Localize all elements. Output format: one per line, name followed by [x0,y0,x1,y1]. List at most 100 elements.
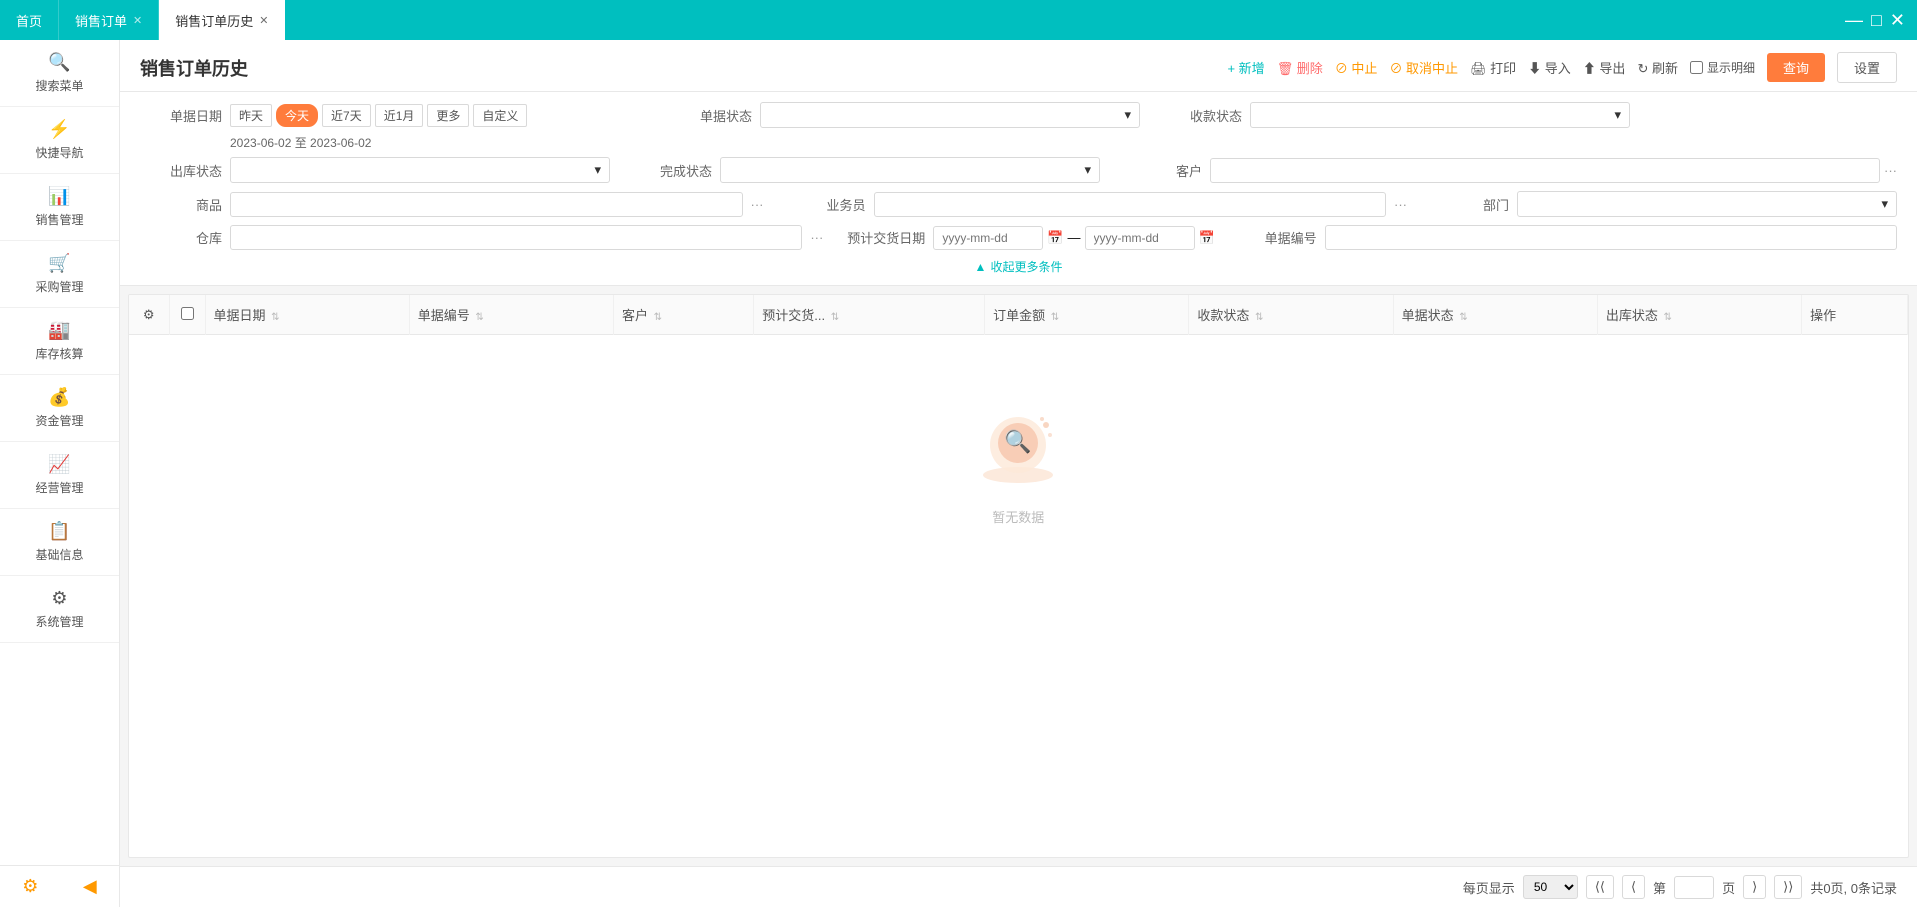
page-header: 销售订单历史 + 新增 🗑 删除 ⊘ 中止 ⊘ 取消中止 🖨 打印 ⬇ 导入 ⬆… [120,40,1917,92]
print-button[interactable]: 🖨 打印 [1470,58,1516,77]
first-page-btn[interactable]: ⟨⟨ [1586,875,1614,899]
tab-sales-order[interactable]: 销售订单 ✕ [59,0,159,40]
col-amount[interactable]: 订单金额 ⇅ [985,295,1189,335]
sidebar-item-sales-label: 销售管理 [35,211,83,228]
goods-ellipsis[interactable]: ··· [751,197,764,212]
delivery-date-from[interactable] [933,226,1043,250]
table-checkbox-col[interactable] [169,295,205,335]
total-info: 共0页, 0条记录 [1810,878,1897,897]
operations-icon: 📈 [48,454,70,475]
per-page-select[interactable]: 50 100 200 [1523,875,1578,899]
sales-icon: 📊 [48,186,70,207]
sidebar: 🔍 搜索菜单 ⚡ 快捷导航 📊 销售管理 🛒 采购管理 🏭 库存核算 💰 资金管… [0,40,120,907]
customer-input[interactable] [1210,158,1880,183]
goods-label: 商品 [140,195,230,214]
sidebar-item-purchase[interactable]: 🛒 采购管理 [0,241,119,308]
completion-select[interactable]: ▾ [720,157,1100,183]
receipt-status-label: 收款状态 [1160,106,1250,125]
sales-rep-ellipsis[interactable]: ··· [1394,197,1407,212]
tab-home[interactable]: 首页 [0,0,59,40]
date-btn-7days[interactable]: 近7天 [322,104,371,127]
col-actions-label: 操作 [1810,308,1836,323]
sales-rep-input[interactable] [874,192,1387,217]
display-toggle[interactable]: 显示明细 [1690,59,1755,76]
svg-text:🔍: 🔍 [1005,427,1032,454]
sidebar-item-search[interactable]: 🔍 搜索菜单 [0,40,119,107]
calendar-to-icon[interactable]: 📅 [1199,230,1215,246]
col-receipt-status[interactable]: 收款状态 ⇅ [1189,295,1393,335]
basic-info-icon: 📋 [48,521,70,542]
date-btn-today[interactable]: 今天 [276,104,318,127]
date-btn-custom[interactable]: 自定义 [473,104,527,127]
import-button[interactable]: ⬇ 导入 [1528,58,1571,77]
outbound-label: 出库状态 [140,161,230,180]
calendar-from-icon[interactable]: 📅 [1047,230,1063,246]
sidebar-item-system[interactable]: ⚙ 系统管理 [0,576,119,643]
quick-nav-icon: ⚡ [48,119,70,140]
prev-page-btn[interactable]: ⟨ [1622,875,1645,899]
finance-icon: 💰 [48,387,70,408]
minimize-btn[interactable]: — [1845,10,1863,31]
customer-ellipsis[interactable]: ··· [1884,163,1897,178]
next-page-btn[interactable]: ⟩ [1743,875,1766,899]
collapse-bar[interactable]: ▲ 收起更多条件 [140,258,1897,275]
dept-select[interactable]: ▾ [1517,191,1897,217]
col-amount-label: 订单金额 [993,308,1045,323]
query-button[interactable]: 查询 [1767,53,1825,82]
close-sales-order-history-tab[interactable]: ✕ [259,14,268,27]
close-btn[interactable]: ✕ [1890,10,1905,31]
date-btn-yesterday[interactable]: 昨天 [230,104,272,127]
col-order-no[interactable]: 单据编号 ⇅ [409,295,613,335]
sidebar-item-operations-label: 经营管理 [35,479,83,496]
maximize-btn[interactable]: □ [1871,10,1882,31]
page-number-input[interactable]: 1 [1674,876,1714,899]
close-sales-order-tab[interactable]: ✕ [133,14,142,27]
receipt-status-select[interactable]: ▾ [1250,102,1630,128]
cancel-stop-button[interactable]: ⊘ 取消中止 [1389,58,1458,77]
col-delivery[interactable]: 预计交货... ⇅ [754,295,985,335]
sidebar-item-operations[interactable]: 📈 经营管理 [0,442,119,509]
order-no-input[interactable] [1325,225,1897,250]
delete-button[interactable]: 🗑 删除 [1277,58,1323,77]
col-outbound-status-sort: ⇅ [1664,312,1672,323]
col-doc-status[interactable]: 单据状态 ⇅ [1393,295,1597,335]
warehouse-ellipsis[interactable]: ··· [810,230,823,245]
page-title: 销售订单历史 [140,55,248,81]
add-button[interactable]: + 新增 [1227,58,1264,77]
tab-home-label: 首页 [16,11,42,30]
filter-row-1: 单据日期 昨天 今天 近7天 近1月 更多 自定义 单据状态 ▾ [140,102,1897,128]
refresh-button[interactable]: ↻ 刷新 [1637,58,1678,77]
date-btn-more[interactable]: 更多 [427,104,469,127]
tab-sales-order-history[interactable]: 销售订单历史 ✕ [159,0,285,40]
content-area: 销售订单历史 + 新增 🗑 删除 ⊘ 中止 ⊘ 取消中止 🖨 打印 ⬇ 导入 ⬆… [120,40,1917,907]
export-button[interactable]: ⬆ 导出 [1583,58,1626,77]
outbound-select[interactable]: ▾ [230,157,610,183]
goods-input[interactable] [230,192,743,217]
stop-button[interactable]: ⊘ 中止 [1335,58,1378,77]
select-all-checkbox[interactable] [181,307,194,320]
sidebar-item-search-label: 搜索菜单 [35,77,83,94]
sidebar-item-finance[interactable]: 💰 资金管理 [0,375,119,442]
top-bar: 首页 销售订单 ✕ 销售订单历史 ✕ — □ ✕ [0,0,1917,40]
date-btn-1month[interactable]: 近1月 [375,104,424,127]
sidebar-settings-btn[interactable]: ⚙ [22,876,38,897]
col-date[interactable]: 单据日期 ⇅ [205,295,409,335]
display-toggle-checkbox[interactable] [1690,61,1703,74]
setting-button[interactable]: 设置 [1837,52,1897,83]
status-select[interactable]: ▾ [760,102,1140,128]
table-settings-col[interactable]: ⚙ [129,295,169,335]
sidebar-item-sales[interactable]: 📊 销售管理 [0,174,119,241]
sidebar-collapse-btn[interactable]: ◀ [83,876,97,897]
sidebar-item-basic-info[interactable]: 📋 基础信息 [0,509,119,576]
warehouse-input[interactable] [230,225,802,250]
col-customer[interactable]: 客户 ⇅ [614,295,754,335]
sidebar-item-quick-nav[interactable]: ⚡ 快捷导航 [0,107,119,174]
delivery-date-to[interactable] [1085,226,1195,250]
inventory-icon: 🏭 [48,320,70,341]
filter-row-date-range: 2023-06-02 至 2023-06-02 [140,132,1897,151]
sidebar-item-inventory[interactable]: 🏭 库存核算 [0,308,119,375]
col-outbound-status[interactable]: 出库状态 ⇅ [1597,295,1801,335]
search-icon: 🔍 [48,52,70,73]
col-receipt-status-label: 收款状态 [1197,308,1249,323]
last-page-btn[interactable]: ⟩⟩ [1774,875,1802,899]
